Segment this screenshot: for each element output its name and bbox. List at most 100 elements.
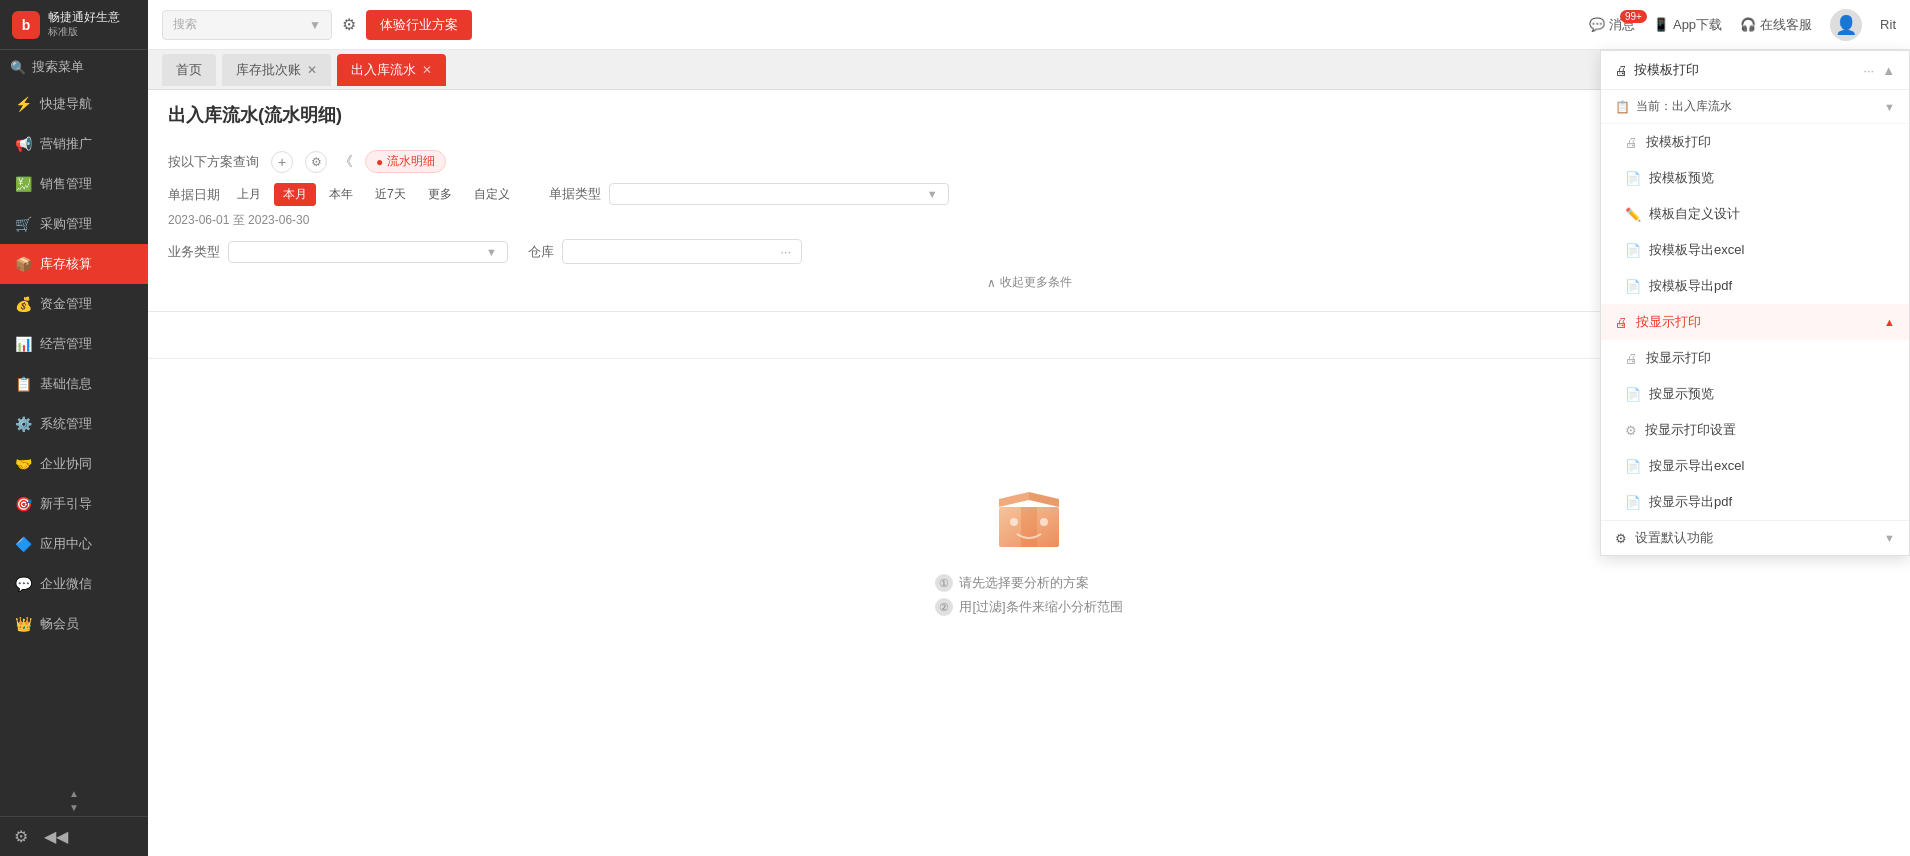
- filter-by-label: 按以下方案查询: [168, 153, 259, 171]
- biz-type-dropdown[interactable]: ▼: [228, 241, 508, 263]
- panel-item-display-print[interactable]: 🖨 按显示打印: [1601, 340, 1909, 376]
- panel-item-template-custom[interactable]: ✏️ 模板自定义设计: [1601, 196, 1909, 232]
- display-print-icon: 🖨: [1625, 351, 1638, 366]
- template-print-label: 按模板打印: [1646, 133, 1711, 151]
- filter-date-field: 单据日期 上月 本月 本年 近7天 更多 自定义 2023-06-01 至 20…: [168, 183, 519, 229]
- topbar-username[interactable]: Rit: [1880, 17, 1896, 32]
- filter-add-button[interactable]: +: [271, 151, 293, 173]
- app-download-icon: 📱: [1653, 17, 1669, 32]
- topbar-search-box[interactable]: 搜索 ▼: [162, 10, 332, 40]
- topbar-app-download-btn[interactable]: 📱 App下载: [1653, 16, 1722, 34]
- panel-footer-icon: ⚙: [1615, 531, 1627, 546]
- purchase-icon: 🛒: [14, 216, 32, 232]
- sidebar-item-operations[interactable]: 📊 经营管理: [0, 324, 148, 364]
- tab-inout-flow-close-icon[interactable]: ✕: [422, 63, 432, 77]
- sidebar-item-inventory[interactable]: 📦 库存核算: [0, 244, 148, 284]
- date-btn-this-year[interactable]: 本年: [320, 183, 362, 206]
- date-range-display: 2023-06-01 至 2023-06-30: [168, 212, 519, 229]
- tab-inout-flow[interactable]: 出入库流水 ✕: [337, 54, 446, 86]
- sidebar-item-basic[interactable]: 📋 基础信息: [0, 364, 148, 404]
- sidebar-item-app-center[interactable]: 🔷 应用中心: [0, 524, 148, 564]
- sidebar-item-guide[interactable]: 🎯 新手引导: [0, 484, 148, 524]
- panel-display-section-header[interactable]: 🖨 按显示打印 ▲: [1601, 304, 1909, 340]
- panel-ellipsis-icon[interactable]: ···: [1863, 63, 1874, 78]
- template-export-pdf-icon: 📄: [1625, 279, 1641, 294]
- scroll-down-btn[interactable]: ▼: [67, 800, 81, 814]
- panel-item-template-export-pdf[interactable]: 📄 按模板导出pdf: [1601, 268, 1909, 304]
- filter-settings-button[interactable]: ⚙: [305, 151, 327, 173]
- panel-item-template-print[interactable]: 🖨 按模板打印: [1601, 124, 1909, 160]
- sidebar-search[interactable]: 🔍 搜索菜单: [0, 50, 148, 84]
- panel-item-display-preview[interactable]: 📄 按显示预览: [1601, 376, 1909, 412]
- warehouse-dropdown[interactable]: ···: [562, 239, 802, 264]
- template-preview-icon: 📄: [1625, 171, 1641, 186]
- quick-nav-label: 快捷导航: [40, 95, 92, 113]
- tab-batch-account-close-icon[interactable]: ✕: [307, 63, 317, 77]
- logo-name: 畅捷通好生意: [48, 10, 120, 26]
- guide-icon: 🎯: [14, 496, 32, 512]
- tip-num-2: ②: [935, 598, 953, 616]
- display-section-icon: 🖨: [1615, 315, 1628, 330]
- industry-solution-button[interactable]: 体验行业方案: [366, 10, 472, 40]
- avatar-placeholder: 👤: [1835, 14, 1857, 36]
- topbar: 搜索 ▼ ⚙ 体验行业方案 💬 消息 99+ 📱 App下载 🎧 在线客服 👤 …: [148, 0, 1910, 50]
- panel-item-template-export-excel[interactable]: 📄 按模板导出excel: [1601, 232, 1909, 268]
- display-preview-icon: 📄: [1625, 387, 1641, 402]
- date-btn-custom[interactable]: 自定义: [465, 183, 519, 206]
- panel-title: 按模板打印: [1634, 61, 1699, 79]
- sidebar-item-wechat[interactable]: 💬 企业微信: [0, 564, 148, 604]
- sidebar-item-enterprise[interactable]: 🤝 企业协同: [0, 444, 148, 484]
- svg-marker-1: [999, 492, 1029, 507]
- collapse-sidebar-icon[interactable]: ◀◀: [44, 827, 68, 846]
- doc-type-dropdown[interactable]: ▼: [609, 183, 949, 205]
- tab-home[interactable]: 首页: [162, 54, 216, 86]
- display-preview-label: 按显示预览: [1649, 385, 1714, 403]
- sidebar-scroll-area: ▲ ▼: [0, 784, 148, 816]
- topbar-gear-icon[interactable]: ⚙: [342, 15, 356, 34]
- guide-label: 新手引导: [40, 495, 92, 513]
- biz-type-label: 业务类型: [168, 243, 220, 261]
- collapse-chevron-icon: ∧: [987, 276, 996, 290]
- quick-nav-icon: ⚡: [14, 96, 32, 112]
- sidebar-item-quick-nav[interactable]: ⚡ 快捷导航: [0, 84, 148, 124]
- sidebar-item-system[interactable]: ⚙️ 系统管理: [0, 404, 148, 444]
- sidebar-item-purchase[interactable]: 🛒 采购管理: [0, 204, 148, 244]
- panel-item-display-export-pdf[interactable]: 📄 按显示导出pdf: [1601, 484, 1909, 520]
- panel-collapse-icon[interactable]: ▲: [1882, 63, 1895, 78]
- svg-point-5: [1040, 518, 1048, 526]
- sidebar-item-sales[interactable]: 💹 销售管理: [0, 164, 148, 204]
- date-btn-more[interactable]: 更多: [419, 183, 461, 206]
- panel-item-template-preview[interactable]: 📄 按模板预览: [1601, 160, 1909, 196]
- scroll-up-btn[interactable]: ▲: [67, 786, 81, 800]
- date-btn-7days[interactable]: 近7天: [366, 183, 415, 206]
- basic-label: 基础信息: [40, 375, 92, 393]
- finance-icon: 💰: [14, 296, 32, 312]
- logo-icon: b: [12, 11, 40, 39]
- sales-icon: 💹: [14, 176, 32, 192]
- topbar-avatar[interactable]: 👤: [1830, 9, 1862, 41]
- empty-tips: ① 请先选择要分析的方案 ② 用[过滤]条件来缩小分析范围: [935, 574, 1122, 616]
- topbar-service-btn[interactable]: 🎧 在线客服: [1740, 16, 1812, 34]
- main-area: 搜索 ▼ ⚙ 体验行业方案 💬 消息 99+ 📱 App下载 🎧 在线客服 👤 …: [148, 0, 1910, 856]
- topbar-message-btn[interactable]: 💬 消息 99+: [1589, 16, 1635, 34]
- sidebar-item-finance[interactable]: 💰 资金管理: [0, 284, 148, 324]
- sales-label: 销售管理: [40, 175, 92, 193]
- operations-label: 经营管理: [40, 335, 92, 353]
- filter-tag-liushui[interactable]: ● 流水明细: [365, 150, 446, 173]
- date-btn-last-month[interactable]: 上月: [228, 183, 270, 206]
- display-export-pdf-icon: 📄: [1625, 495, 1641, 510]
- settings-icon[interactable]: ⚙: [14, 827, 28, 846]
- sidebar-item-marketing[interactable]: 📢 营销推广: [0, 124, 148, 164]
- panel-footer-defaults[interactable]: ⚙ 设置默认功能 ▼: [1601, 520, 1909, 555]
- panel-item-display-settings[interactable]: ⚙ 按显示打印设置: [1601, 412, 1909, 448]
- warehouse-field: 仓库 ···: [528, 239, 802, 264]
- template-export-excel-label: 按模板导出excel: [1649, 241, 1744, 259]
- date-btn-this-month[interactable]: 本月: [274, 183, 316, 206]
- tab-inout-flow-label: 出入库流水: [351, 61, 416, 79]
- doc-type-label: 单据类型: [549, 185, 601, 203]
- filter-collapse-button[interactable]: 《: [339, 153, 353, 171]
- tab-batch-account[interactable]: 库存批次账 ✕: [222, 54, 331, 86]
- finance-label: 资金管理: [40, 295, 92, 313]
- panel-item-display-export-excel[interactable]: 📄 按显示导出excel: [1601, 448, 1909, 484]
- sidebar-item-members[interactable]: 👑 畅会员: [0, 604, 148, 644]
